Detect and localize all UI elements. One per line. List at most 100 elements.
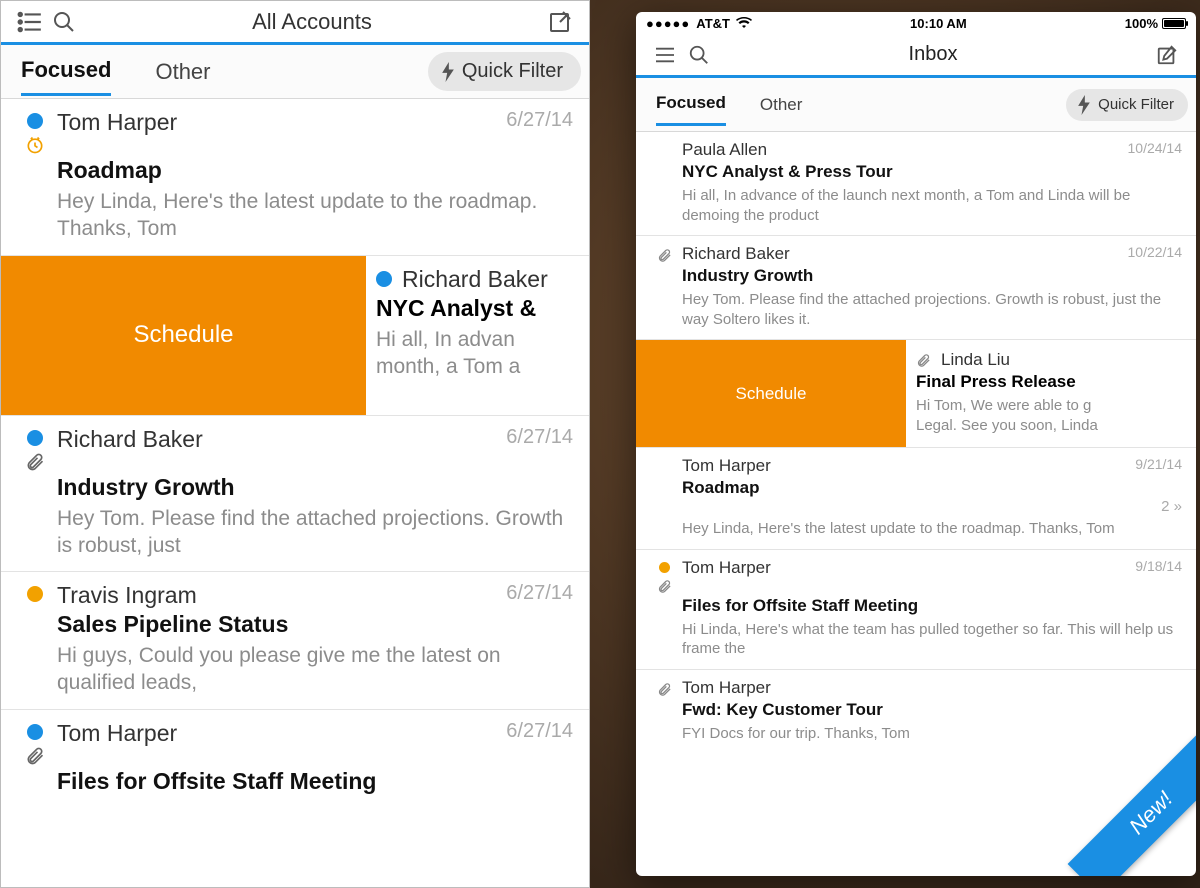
preview: Hey Linda, Here's the latest update to t… — [57, 188, 573, 243]
right-screenshot: ●●●●● AT&T 10:10 AM 100% Inbox Focused O… — [636, 12, 1196, 876]
attachment-icon — [25, 746, 45, 766]
wifi-icon — [736, 16, 752, 31]
signal-icon: ●●●●● — [646, 16, 690, 31]
sender: Richard Baker — [402, 266, 548, 293]
sender: Richard Baker — [682, 244, 1124, 264]
subject: Sales Pipeline Status — [57, 611, 573, 638]
attachment-icon — [657, 579, 672, 594]
header: All Accounts — [1, 1, 589, 45]
header: Inbox — [636, 34, 1196, 78]
unread-dot-icon — [376, 271, 392, 287]
email-row[interactable]: Tom Harper Fwd: Key Customer Tour FYI Do… — [636, 670, 1196, 754]
preview: Hi Linda, Here's what the team has pulle… — [682, 620, 1182, 659]
sender: Tom Harper — [682, 678, 1178, 698]
search-icon[interactable] — [47, 5, 81, 39]
battery-pct: 100% — [1125, 16, 1158, 31]
tab-bar: Focused Other Quick Filter — [1, 45, 589, 99]
tab-other[interactable]: Other — [155, 49, 210, 95]
date: 6/27/14 — [506, 426, 573, 472]
bolt-icon — [1076, 95, 1092, 115]
date: 10/22/14 — [1128, 244, 1183, 264]
carrier: AT&T — [696, 16, 730, 31]
swipe-content: Linda Liu Final Press Release Hi Tom, We… — [906, 340, 1196, 447]
subject: NYC Analyst & Press Tour — [682, 162, 1182, 182]
tab-focused[interactable]: Focused — [656, 83, 726, 126]
thread-count: 2 » — [1135, 498, 1182, 515]
date: 9/21/14 — [1135, 456, 1182, 476]
subject: Industry Growth — [57, 474, 573, 501]
clock: 10:10 AM — [752, 16, 1125, 31]
swipe-row[interactable]: Schedule Linda Liu Final Press Release H… — [636, 340, 1196, 448]
unread-dot-icon — [27, 586, 43, 602]
search-icon[interactable] — [682, 38, 716, 72]
email-row[interactable]: Tom Harper 6/27/14 Roadmap Hey Linda, He… — [1, 99, 589, 256]
header-title[interactable]: Inbox — [716, 43, 1150, 66]
sender: Richard Baker — [57, 426, 502, 472]
quick-filter-button[interactable]: Quick Filter — [1066, 89, 1188, 121]
date: 9/18/14 — [1135, 558, 1182, 594]
quick-filter-label: Quick Filter — [1098, 96, 1174, 113]
tab-bar: Focused Other Quick Filter — [636, 78, 1196, 132]
clock-icon — [25, 135, 45, 155]
sender: Tom Harper — [57, 720, 502, 766]
email-row[interactable]: Richard Baker 6/27/14 Industry Growth He… — [1, 416, 589, 573]
sender: Tom Harper — [57, 109, 502, 155]
subject: Files for Offsite Staff Meeting — [682, 596, 1182, 616]
sender: Paula Allen — [682, 140, 1124, 160]
email-row[interactable]: Tom Harper 9/18/14 Files for Offsite Sta… — [636, 550, 1196, 670]
sender: Linda Liu — [941, 350, 1010, 370]
email-row[interactable]: Richard Baker 10/22/14 Industry Growth H… — [636, 236, 1196, 340]
quick-filter-button[interactable]: Quick Filter — [428, 52, 581, 91]
swipe-content: Richard Baker NYC Analyst & Hi all, In a… — [366, 256, 589, 415]
date: 10/24/14 — [1128, 140, 1183, 160]
subject: Fwd: Key Customer Tour — [682, 700, 1182, 720]
date: 6/27/14 — [506, 720, 573, 766]
sender: Tom Harper — [682, 558, 1131, 594]
preview: Hey Tom. Please find the attached projec… — [57, 505, 573, 560]
schedule-action[interactable]: Schedule — [636, 340, 906, 447]
preview: Hey Tom. Please find the attached projec… — [682, 290, 1182, 329]
email-list: Paula Allen 10/24/14 NYC Analyst & Press… — [636, 132, 1196, 876]
preview: Hi all, In advan month, a Tom a — [376, 326, 581, 381]
status-bar: ●●●●● AT&T 10:10 AM 100% — [636, 12, 1196, 34]
preview: Hi guys, Could you please give me the la… — [57, 642, 573, 697]
tab-other[interactable]: Other — [760, 85, 803, 125]
subject: Roadmap — [682, 478, 1182, 498]
subject: NYC Analyst & — [376, 295, 581, 322]
sender: Travis Ingram — [57, 582, 502, 609]
menu-icon[interactable] — [13, 5, 47, 39]
compose-icon[interactable] — [1150, 38, 1184, 72]
preview: Hi Tom, We were able to g Legal. See you… — [916, 396, 1188, 435]
menu-icon[interactable] — [648, 38, 682, 72]
unread-dot-icon — [27, 430, 43, 446]
attachment-icon — [25, 452, 45, 472]
date: 6/27/14 — [506, 582, 573, 609]
left-screenshot: All Accounts Focused Other Quick Filter … — [0, 0, 590, 888]
email-row[interactable]: Tom Harper 6/27/14 Files for Offsite Sta… — [1, 710, 589, 807]
swipe-row[interactable]: Schedule Richard Baker NYC Analyst & Hi … — [1, 256, 589, 416]
bolt-icon — [440, 62, 456, 82]
attachment-icon — [657, 682, 672, 697]
email-list: Tom Harper 6/27/14 Roadmap Hey Linda, He… — [1, 99, 589, 887]
email-row[interactable]: Travis Ingram 6/27/14 Sales Pipeline Sta… — [1, 572, 589, 710]
schedule-action[interactable]: Schedule — [1, 256, 366, 415]
unread-dot-icon — [27, 113, 43, 129]
subject: Roadmap — [57, 157, 573, 184]
preview: Hey Linda, Here's the latest update to t… — [682, 519, 1182, 539]
subject: Industry Growth — [682, 266, 1182, 286]
attachment-icon — [916, 353, 931, 368]
date: 6/27/14 — [506, 109, 573, 155]
email-row[interactable]: Paula Allen 10/24/14 NYC Analyst & Press… — [636, 132, 1196, 236]
battery-icon — [1162, 18, 1186, 29]
unread-dot-icon — [27, 724, 43, 740]
preview: FYI Docs for our trip. Thanks, Tom — [682, 724, 1182, 744]
unread-dot-icon — [659, 562, 670, 573]
quick-filter-label: Quick Filter — [462, 60, 563, 83]
compose-icon[interactable] — [543, 5, 577, 39]
header-title[interactable]: All Accounts — [81, 9, 543, 35]
subject: Final Press Release — [916, 372, 1188, 392]
preview: Hi all, In advance of the launch next mo… — [682, 186, 1182, 225]
email-row[interactable]: Tom Harper 9/21/14 Roadmap 2 » Hey Linda… — [636, 448, 1196, 550]
sender: Tom Harper — [682, 456, 1131, 476]
tab-focused[interactable]: Focused — [21, 47, 111, 96]
